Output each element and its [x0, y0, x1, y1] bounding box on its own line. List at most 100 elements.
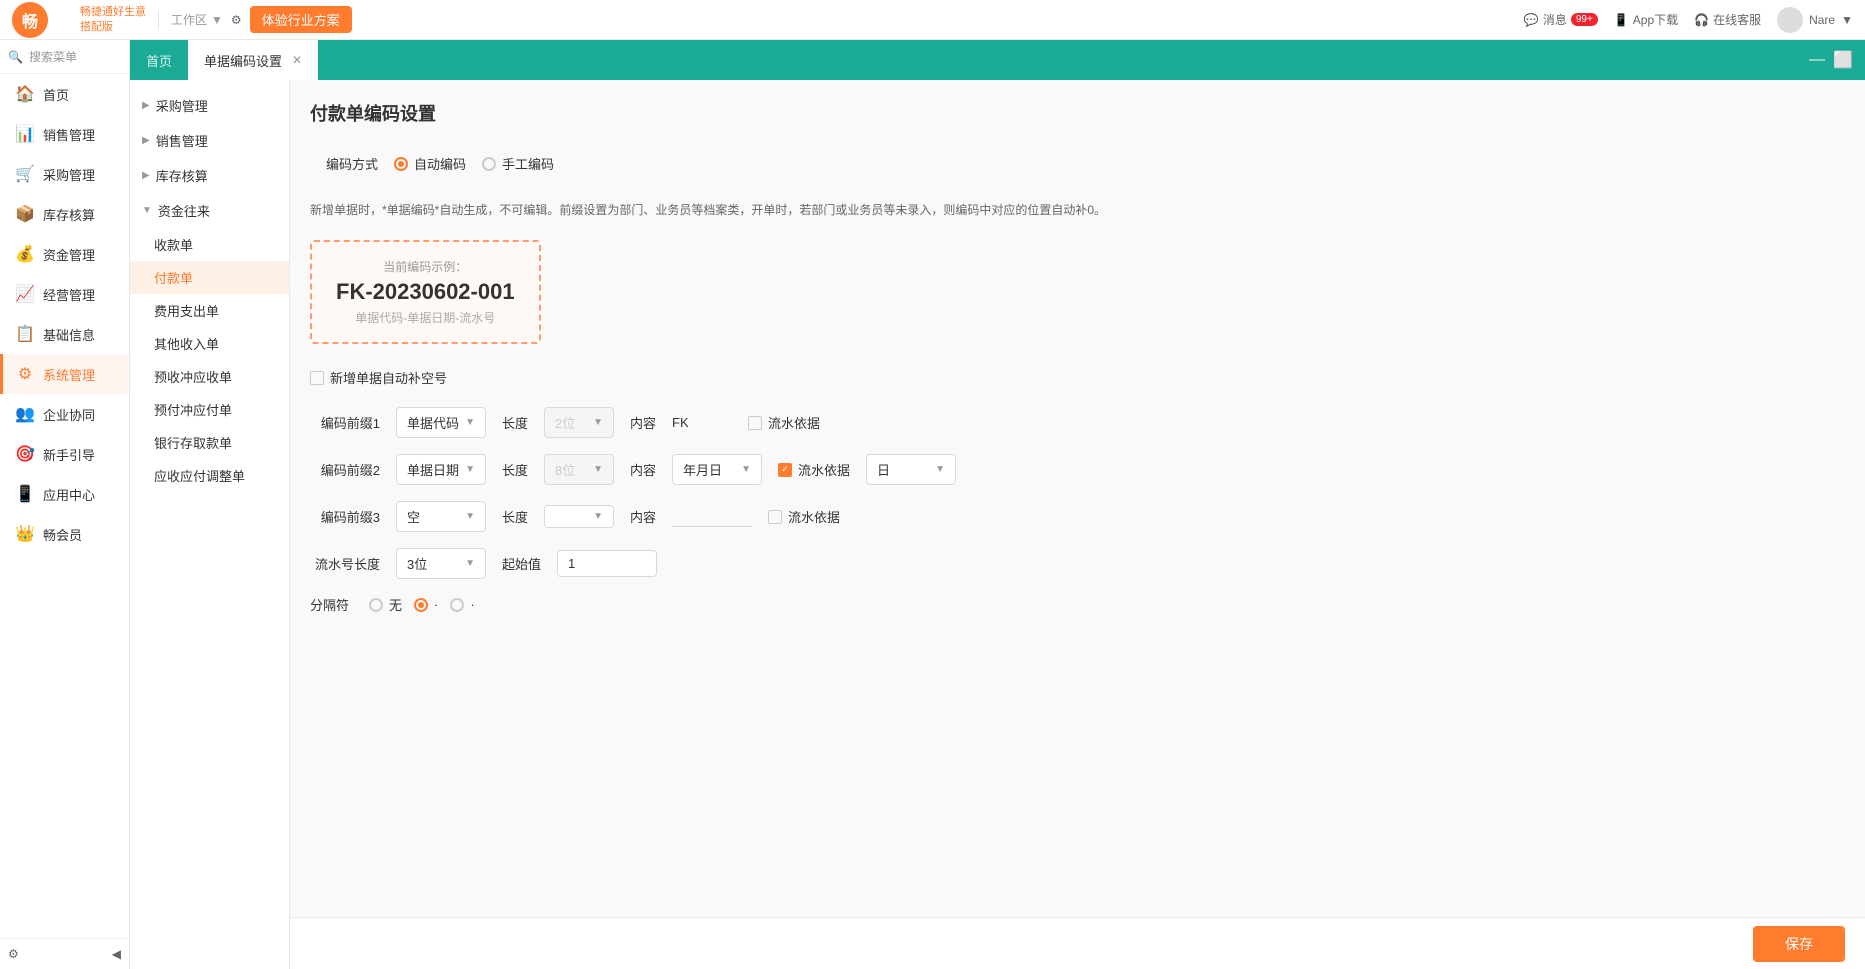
- search-icon: 🔍: [8, 50, 23, 64]
- menu-group-finance-title[interactable]: ▼ 资金往来: [130, 193, 289, 228]
- prefix1-label: 编码前缀1: [310, 413, 380, 432]
- tab-encoding-settings[interactable]: 单据编码设置 ✕: [188, 40, 318, 80]
- prefix-row-3: 编码前缀3 空 ▼ 长度 ▼ 内容 流水依据: [310, 501, 1845, 532]
- sep-none-radio[interactable]: [369, 598, 383, 612]
- serial-length-label: 流水号长度: [310, 554, 380, 573]
- online-service-btn[interactable]: 🎧 在线客服: [1694, 11, 1761, 28]
- day-type-select[interactable]: 日 ▼: [866, 454, 956, 485]
- auto-code-radio[interactable]: [394, 157, 408, 171]
- arrow-down-icon: ▼: [142, 205, 152, 216]
- auto-fill-checkbox-row[interactable]: 新增单据自动补空号: [310, 368, 1845, 387]
- inventory-icon: 📦: [15, 204, 35, 224]
- menu-group-purchase-title[interactable]: ▶ 采购管理: [130, 88, 289, 123]
- prefix1-select[interactable]: 单据代码 ▼: [396, 407, 486, 438]
- content2-select[interactable]: 年月日 ▼: [672, 454, 762, 485]
- sidebar-item-purchase[interactable]: 🛒 采购管理: [0, 154, 129, 194]
- sep-dot2-radio[interactable]: [450, 598, 464, 612]
- sidebar-item-finance[interactable]: 💰 资金管理: [0, 234, 129, 274]
- sidebar-item-home[interactable]: 🏠 首页: [0, 74, 129, 114]
- headset-icon: 🎧: [1694, 13, 1709, 27]
- serial-length-select[interactable]: 3位 ▼: [396, 548, 486, 579]
- content-area: ▶ 采购管理 ▶ 销售管理 ▶ 库存核算 ▼ 资金往来: [130, 80, 1865, 969]
- menu-group-inventory-title[interactable]: ▶ 库存核算: [130, 158, 289, 193]
- prefix-row-1: 编码前缀1 单据代码 ▼ 长度 2位 ▼ 内容 FK 流水依据: [310, 407, 1845, 438]
- content3-value: [672, 507, 752, 527]
- prefix2-select[interactable]: 单据日期 ▼: [396, 454, 486, 485]
- menu-item-adjust[interactable]: 应收应付调整单: [130, 459, 289, 492]
- tab-home[interactable]: 首页: [130, 40, 188, 80]
- prefix1-arrow: ▼: [465, 417, 475, 428]
- tab-close-icon[interactable]: ✕: [292, 53, 302, 67]
- apps-icon: 📱: [15, 484, 35, 504]
- serial3-cb-box[interactable]: [768, 510, 782, 524]
- length3-arrow: ▼: [593, 511, 603, 522]
- sep-dot1-radio[interactable]: [414, 598, 428, 612]
- content1-label: 内容: [630, 413, 656, 432]
- serial2-checkbox[interactable]: ✓ 流水依据: [778, 460, 850, 479]
- separator-row: 分隔符 无 · ·: [310, 595, 1845, 614]
- menu-item-expense[interactable]: 费用支出单: [130, 294, 289, 327]
- prefix-row-2: 编码前缀2 单据日期 ▼ 长度 8位 ▼ 内容 年月日 ▼: [310, 454, 1845, 485]
- brand-text: 畅捷通好生意 搭配版: [80, 5, 146, 34]
- brand-logo: 畅: [12, 2, 72, 38]
- arrow-right-icon: ▶: [142, 100, 150, 111]
- workspace-selector[interactable]: 工作区 ▼: [171, 11, 223, 28]
- minimize-btn[interactable]: —: [1809, 50, 1825, 70]
- sidebar-bottom: ⚙ ◀: [0, 938, 129, 969]
- prefix3-arrow: ▼: [465, 511, 475, 522]
- settings-bottom-btn[interactable]: ⚙: [8, 947, 19, 961]
- sep-option-none[interactable]: 无: [369, 595, 402, 614]
- length3-select[interactable]: ▼: [544, 505, 614, 528]
- length2-select: 8位 ▼: [544, 454, 614, 485]
- auto-code-option[interactable]: 自动编码: [394, 154, 466, 173]
- menu-item-bank[interactable]: 银行存取款单: [130, 426, 289, 459]
- divider: [158, 10, 159, 30]
- menu-item-other-income[interactable]: 其他收入单: [130, 327, 289, 360]
- page-content: 付款单编码设置 编码方式 自动编码 手工编码 新增单据时，*单据编码*自动生成，…: [290, 80, 1865, 917]
- menu-item-payment[interactable]: 付款单: [130, 261, 289, 294]
- sidebar-item-sales[interactable]: 📊 销售管理: [0, 114, 129, 154]
- message-btn[interactable]: 💬 消息 99+: [1524, 11, 1598, 28]
- serial3-checkbox[interactable]: 流水依据: [768, 507, 840, 526]
- save-button[interactable]: 保存: [1753, 926, 1845, 962]
- content2-label: 内容: [630, 460, 656, 479]
- sidebar-item-operations[interactable]: 📈 经营管理: [0, 274, 129, 314]
- sidebar-search[interactable]: 🔍 搜索菜单: [0, 40, 129, 74]
- main-layout: 首页 单据编码设置 ✕ — ⬜ ▶ 采购管理 ▶ 销售管理: [130, 40, 1865, 969]
- sidebar-item-guide[interactable]: 🎯 新手引导: [0, 434, 129, 474]
- sep-option-dot1[interactable]: ·: [414, 597, 438, 612]
- experience-btn[interactable]: 体验行业方案: [250, 6, 352, 33]
- download-icon: 📱: [1614, 13, 1629, 27]
- serial-length-row: 流水号长度 3位 ▼ 起始值: [310, 548, 1845, 579]
- maximize-btn[interactable]: ⬜: [1833, 50, 1853, 70]
- sidebar-item-apps[interactable]: 📱 应用中心: [0, 474, 129, 514]
- sidebar-item-basic[interactable]: 📋 基础信息: [0, 314, 129, 354]
- sidebar-item-enterprise[interactable]: 👥 企业协同: [0, 394, 129, 434]
- app-download-btn[interactable]: 📱 App下载: [1614, 11, 1678, 28]
- serial1-cb-box[interactable]: [748, 416, 762, 430]
- sidebar-item-member[interactable]: 👑 畅会员: [0, 514, 129, 554]
- collapse-btn[interactable]: ◀: [112, 947, 121, 961]
- auto-fill-checkbox[interactable]: [310, 371, 324, 385]
- tab-bar-actions: — ⬜: [1809, 50, 1865, 70]
- manual-code-option[interactable]: 手工编码: [482, 154, 554, 173]
- arrow-right-icon3: ▶: [142, 170, 150, 181]
- sidebar-item-system[interactable]: ⚙ 系统管理: [0, 354, 129, 394]
- sep-option-dot2[interactable]: ·: [450, 597, 474, 612]
- length3-label: 长度: [502, 507, 528, 526]
- menu-item-pre-payable[interactable]: 预付冲应付单: [130, 393, 289, 426]
- manual-code-radio[interactable]: [482, 157, 496, 171]
- menu-group-sales-title[interactable]: ▶ 销售管理: [130, 123, 289, 158]
- sidebar-item-inventory[interactable]: 📦 库存核算: [0, 194, 129, 234]
- settings-icon-btn[interactable]: ⚙: [231, 13, 242, 27]
- prefix3-select[interactable]: 空 ▼: [396, 501, 486, 532]
- preview-box: 当前编码示例： FK-20230602-001 单据代码-单据日期-流水号: [310, 240, 541, 344]
- menu-item-receipt[interactable]: 收款单: [130, 228, 289, 261]
- user-menu[interactable]: Nare ▼: [1777, 7, 1853, 33]
- serial2-cb-box[interactable]: ✓: [778, 463, 792, 477]
- menu-item-pre-receivable[interactable]: 预收冲应收单: [130, 360, 289, 393]
- serial1-checkbox[interactable]: 流水依据: [748, 413, 820, 432]
- start-value-input[interactable]: [557, 550, 657, 577]
- left-menu: ▶ 采购管理 ▶ 销售管理 ▶ 库存核算 ▼ 资金往来: [130, 80, 290, 969]
- serial-length-arrow: ▼: [465, 558, 475, 569]
